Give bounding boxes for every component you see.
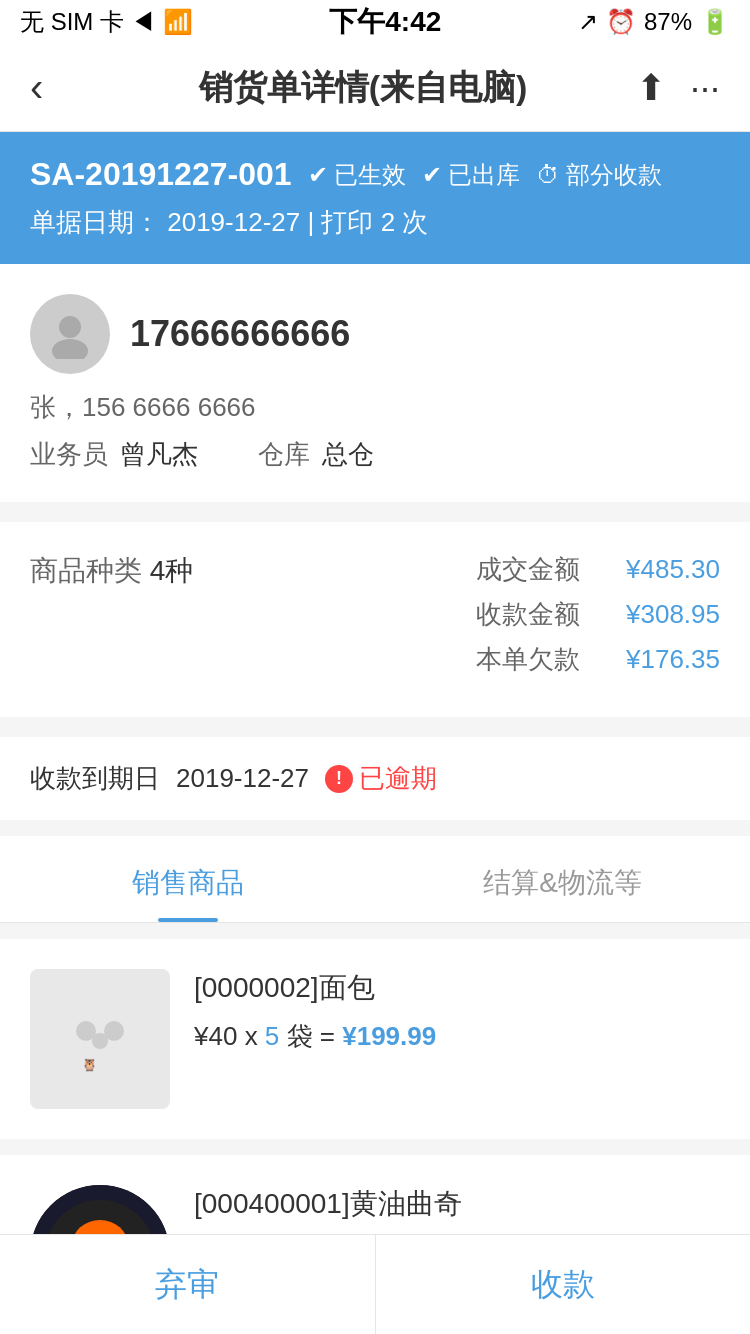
status-badge-3: ⏱ 部分收款	[536, 159, 662, 191]
check-icon-1: ✔	[308, 161, 328, 189]
print-unit: 次	[402, 207, 428, 237]
order-date-label: 单据日期：	[30, 207, 160, 237]
due-date-label: 收款到期日	[30, 761, 160, 796]
customer-phone[interactable]: 17666666666	[130, 313, 350, 355]
due-date-section: 收款到期日 2019-12-27 ! 已逾期	[0, 737, 750, 820]
svg-point-0	[59, 316, 81, 338]
product-unit-1: 袋	[287, 1021, 313, 1051]
product-equal-1: =	[320, 1021, 342, 1051]
thumb-placeholder-1: 🦉	[30, 969, 170, 1109]
avatar	[30, 294, 110, 374]
print-separator: |	[307, 207, 321, 237]
no-sim-label: 无 SIM 卡 ◀	[20, 6, 155, 38]
overdue-badge: ! 已逾期	[325, 761, 437, 796]
tab-settlement-label: 结算&物流等	[483, 867, 642, 898]
collect-payment-button[interactable]: 收款	[376, 1235, 751, 1334]
overdue-icon: !	[325, 765, 353, 793]
owed-value: ¥176.35	[600, 644, 720, 675]
customer-row: 17666666666	[30, 294, 720, 374]
product-item-1: 🦉 [0000002]面包 ¥40 x 5 袋 = ¥199.99	[0, 939, 750, 1139]
due-date-value: 2019-12-27	[176, 763, 309, 794]
amount-row: 成交金额 ¥485.30	[476, 552, 720, 587]
nav-bar: ‹ 销货单详情(来自电脑) ⬆ ···	[0, 44, 750, 132]
tab-settlement[interactable]: 结算&物流等	[375, 836, 750, 922]
owed-row: 本单欠款 ¥176.35	[476, 642, 720, 677]
summary-left: 商品种类 4种	[30, 552, 193, 590]
received-label: 收款金额	[476, 597, 580, 632]
more-icon[interactable]: ···	[690, 67, 720, 109]
warehouse-item: 仓库 总仓	[258, 437, 374, 472]
status-label-2: 已出库	[448, 159, 520, 191]
category-label: 商品种类	[30, 555, 142, 586]
sales-rep-label: 业务员	[30, 437, 108, 472]
abandon-review-label: 弃审	[155, 1263, 219, 1307]
summary-right: 成交金额 ¥485.30 收款金额 ¥308.95 本单欠款 ¥176.35	[476, 552, 720, 687]
back-button[interactable]: ‹	[30, 65, 90, 110]
product-total-1: ¥199.99	[342, 1021, 436, 1051]
alarm-icon: ⏰	[606, 8, 636, 36]
customer-section: 17666666666 张，156 6666 6666 业务员 曾凡杰 仓库 总…	[0, 264, 750, 502]
summary-section: 商品种类 4种 成交金额 ¥485.30 收款金额 ¥308.95 本单欠款 ¥…	[0, 522, 750, 717]
product-info-1: [0000002]面包 ¥40 x 5 袋 = ¥199.99	[194, 969, 720, 1054]
status-right: ↗ ⏰ 87% 🔋	[578, 8, 730, 36]
order-number: SA-20191227-001	[30, 156, 292, 193]
sales-rep-value: 曾凡杰	[120, 437, 198, 472]
customer-meta: 业务员 曾凡杰 仓库 总仓	[30, 437, 720, 472]
battery-icon: 🔋	[700, 8, 730, 36]
order-date-value: 2019-12-27	[167, 207, 300, 237]
svg-point-4	[92, 1033, 108, 1049]
tabs-section: 销售商品 结算&物流等	[0, 836, 750, 923]
page-title: 销货单详情(来自电脑)	[199, 65, 528, 111]
sales-rep-item: 业务员 曾凡杰	[30, 437, 198, 472]
category-count: 4种	[150, 555, 194, 586]
product-qty-1: 5	[265, 1021, 279, 1051]
amount-label: 成交金额	[476, 552, 580, 587]
amount-value: ¥485.30	[600, 554, 720, 585]
print-count: 2	[381, 207, 395, 237]
status-label-3: 部分收款	[566, 159, 662, 191]
bottom-bar: 弃审 收款	[0, 1234, 750, 1334]
share-icon[interactable]: ⬆	[636, 67, 666, 109]
overdue-label: 已逾期	[359, 761, 437, 796]
status-badge-1: ✔ 已生效	[308, 159, 406, 191]
wifi-icon: 📶	[163, 8, 193, 36]
status-bar: 无 SIM 卡 ◀ 📶 下午4:42 ↗ ⏰ 87% 🔋	[0, 0, 750, 44]
owed-label: 本单欠款	[476, 642, 580, 677]
status-badge-2: ✔ 已出库	[422, 159, 520, 191]
svg-point-1	[52, 339, 88, 359]
abandon-review-button[interactable]: 弃审	[0, 1235, 376, 1334]
status-left: 无 SIM 卡 ◀ 📶	[20, 6, 193, 38]
clock-icon: ⏱	[536, 161, 560, 189]
svg-text:🦉: 🦉	[82, 1057, 97, 1072]
warehouse-value: 总仓	[322, 437, 374, 472]
received-row: 收款金额 ¥308.95	[476, 597, 720, 632]
product-name-1: [0000002]面包	[194, 969, 720, 1007]
check-icon-2: ✔	[422, 161, 442, 189]
tab-products-label: 销售商品	[132, 867, 244, 898]
status-label-1: 已生效	[334, 159, 406, 191]
location-icon: ↗	[578, 8, 598, 36]
product-price-1: ¥40 x 5 袋 = ¥199.99	[194, 1019, 720, 1054]
received-value: ¥308.95	[600, 599, 720, 630]
warehouse-label: 仓库	[258, 437, 310, 472]
product-thumb-1: 🦉	[30, 969, 170, 1109]
product-name-2: [000400001]黄油曲奇	[194, 1185, 720, 1223]
customer-info: 张，156 6666 6666	[30, 390, 720, 425]
product-unit-price-1: ¥40	[194, 1021, 237, 1051]
nav-actions: ⬆ ···	[636, 67, 720, 109]
print-label: 打印	[321, 207, 373, 237]
battery-label: 87%	[644, 8, 692, 36]
status-time: 下午4:42	[329, 3, 441, 41]
collect-payment-label: 收款	[531, 1263, 595, 1307]
product-multiply-1: x	[245, 1021, 265, 1051]
tab-products[interactable]: 销售商品	[0, 836, 375, 922]
order-header: SA-20191227-001 ✔ 已生效 ✔ 已出库 ⏱ 部分收款 单据日期：…	[0, 132, 750, 264]
order-date-row: 单据日期： 2019-12-27 | 打印 2 次	[30, 205, 720, 240]
